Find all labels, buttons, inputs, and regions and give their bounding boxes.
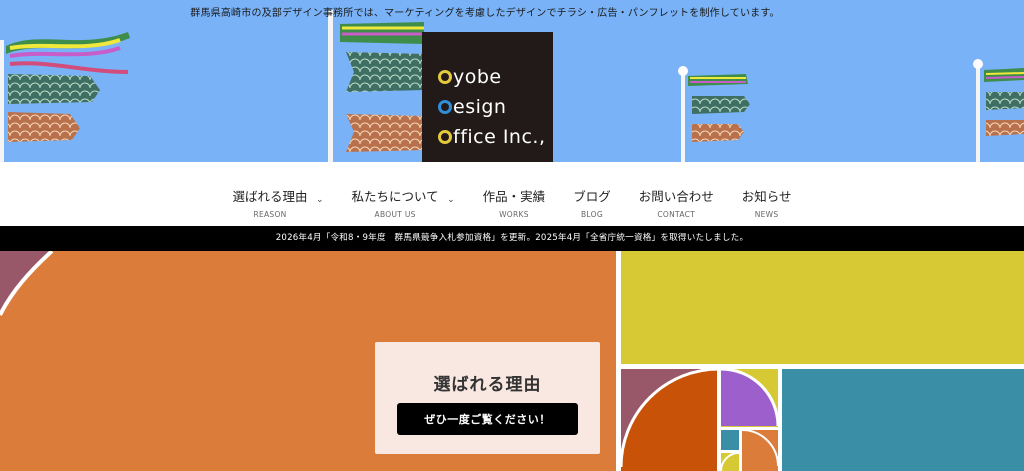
nav-sublabel: ABOUT US — [374, 210, 416, 219]
nav-label: 私たちについて — [351, 189, 439, 204]
nav-item-reason[interactable]: 選ばれる理由 REASON ⌄ — [232, 186, 324, 219]
logo-circle-d-icon — [438, 100, 452, 114]
nav-sublabel: WORKS — [499, 210, 529, 219]
nav-label: お問い合わせ — [638, 189, 714, 204]
nav-label: お知らせ — [741, 189, 792, 204]
nav-label: ブログ — [573, 189, 611, 204]
logo-line-office: ffice Inc., — [438, 122, 553, 152]
logo-circle-o-icon — [438, 70, 452, 84]
nav-item-blog[interactable]: ブログ BLOG — [573, 186, 611, 219]
header-banner: 群馬県高崎市の及部デザイン事務所では、マーケティングを考慮したデザインでチラシ・… — [0, 0, 1024, 162]
nav-label: 作品・実績 — [482, 189, 546, 204]
hero-teal-panel — [782, 369, 1024, 471]
logo-text-design: esign — [453, 96, 507, 118]
right-koinobori — [678, 66, 750, 162]
hero-section: 選ばれる理由 ぜひ一度ご覧ください！ — [0, 251, 1024, 471]
chevron-down-icon[interactable]: ⌄ — [447, 195, 455, 205]
nav-sublabel: CONTACT — [657, 210, 696, 219]
nav-item-news[interactable]: お知らせ NEWS — [742, 186, 792, 219]
nav-item-about[interactable]: 私たちについて ABOUT US ⌄ — [351, 186, 455, 219]
site-tagline: 群馬県高崎市の及部デザイン事務所では、マーケティングを考慮したデザインでチラシ・… — [190, 8, 780, 19]
nav-item-contact[interactable]: お問い合わせ CONTACT — [639, 186, 714, 219]
nav-sublabel: REASON — [253, 210, 287, 219]
reason-card: 選ばれる理由 ぜひ一度ご覧ください！ — [375, 342, 600, 454]
notice-bar[interactable]: 2026年4月「令和8・9年度 群馬県競争入札参加資格」を更新。2025年4月「… — [0, 226, 1024, 251]
left-koinobori — [0, 32, 130, 162]
far-right-koinobori — [973, 59, 1024, 162]
nav-sublabel: BLOG — [580, 210, 603, 219]
nav-sublabel: NEWS — [754, 210, 779, 219]
logo-text-office: ffice Inc., — [453, 126, 546, 148]
main-nav: 選ばれる理由 REASON ⌄ 私たちについて ABOUT US ⌄ 作品・実績… — [0, 162, 1024, 226]
logo-line-design: esign — [438, 92, 553, 122]
reason-cta-button[interactable]: ぜひ一度ご覧ください！ — [397, 403, 578, 435]
chevron-down-icon[interactable]: ⌄ — [316, 195, 324, 205]
logo-circle-o2-icon — [438, 130, 452, 144]
nav-item-works[interactable]: 作品・実績 WORKS — [483, 186, 546, 219]
logo-line-oyobe: yobe — [438, 62, 553, 92]
center-koinobori — [328, 10, 424, 162]
reason-title: 選ばれる理由 — [433, 375, 542, 395]
hero-yellow-panel — [621, 251, 1024, 364]
nav-label: 選ばれる理由 — [232, 189, 308, 204]
logo-text-oyobe: yobe — [453, 66, 502, 88]
site-logo[interactable]: yobe esign ffice Inc., — [422, 32, 553, 162]
notice-text[interactable]: 2026年4月「令和8・9年度 群馬県競争入札参加資格」を更新。2025年4月「… — [276, 233, 749, 243]
